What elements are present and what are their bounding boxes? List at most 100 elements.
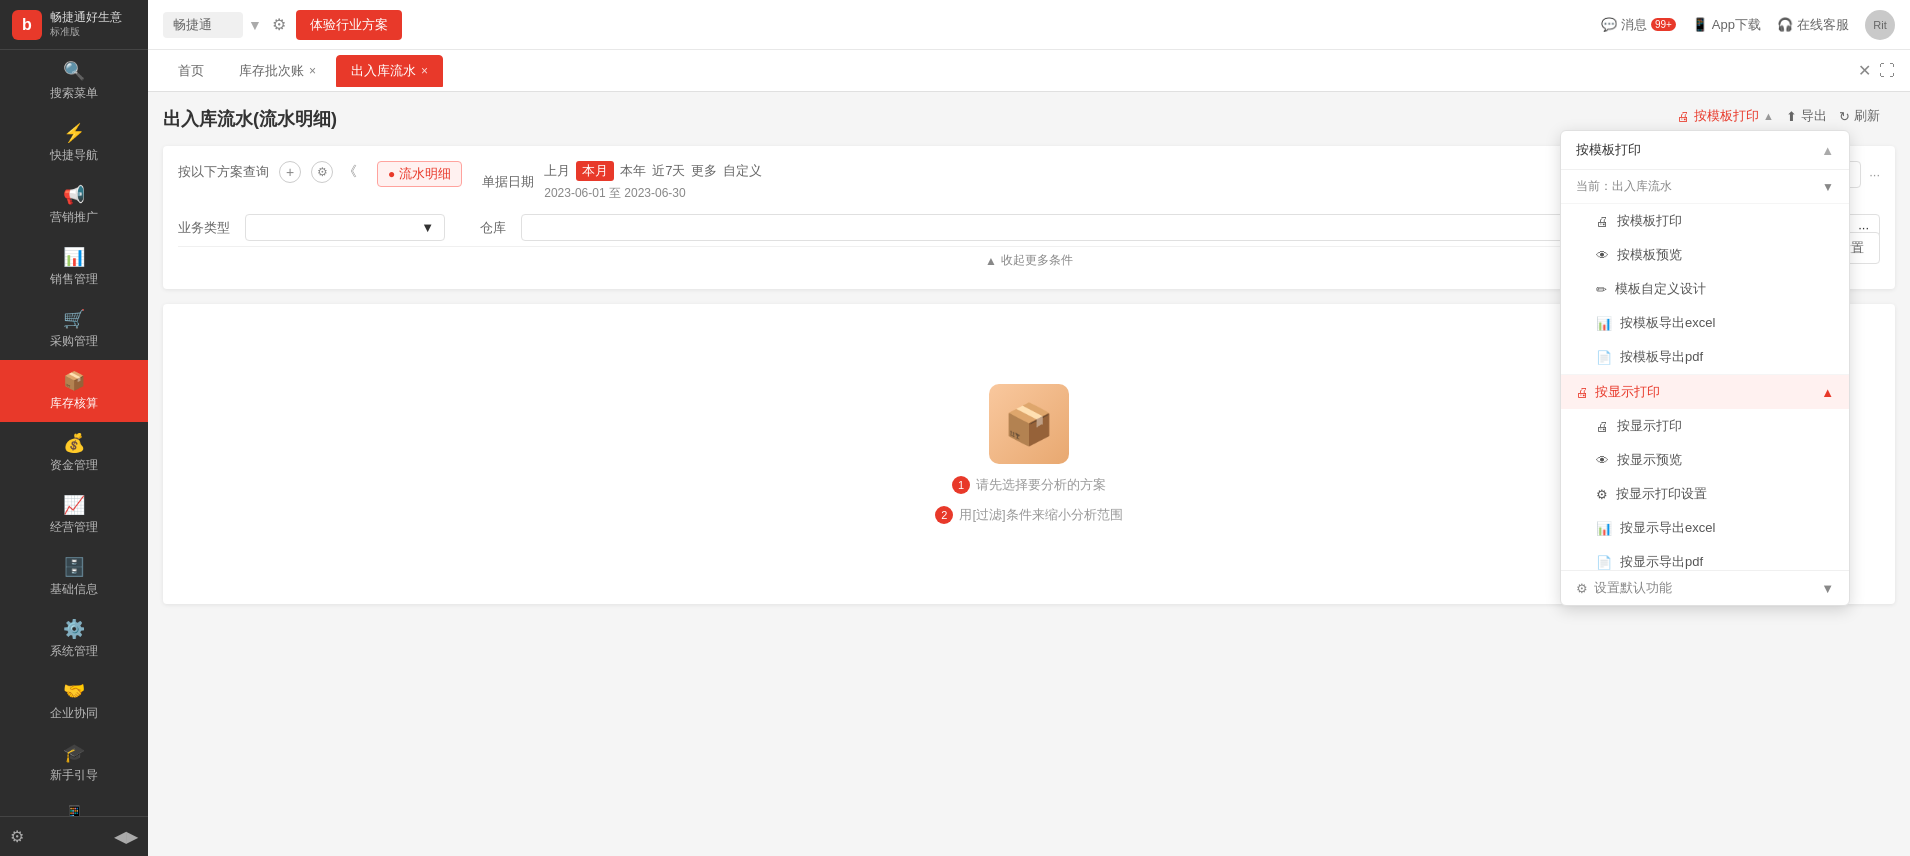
sidebar-item-icon-search: 🔍 xyxy=(63,60,85,82)
footer-settings-icon: ⚙ xyxy=(1576,581,1588,596)
sidebar-item-label-finance: 资金管理 xyxy=(50,457,98,474)
sidebar-item-icon-inventory: 📦 xyxy=(63,370,85,392)
tab-flow-label: 出入库流水 xyxy=(351,62,416,80)
sidebar-item-icon-base: 🗄️ xyxy=(63,556,85,578)
display-pdf-icon: 📄 xyxy=(1596,555,1612,570)
logo-title: 畅捷通好生意 xyxy=(50,10,122,26)
sidebar-item-base[interactable]: 🗄️基础信息 xyxy=(0,546,148,608)
current-label: 当前：出入库流水 xyxy=(1576,178,1672,195)
sidebar-item-label-inventory: 库存核算 xyxy=(50,395,98,412)
date-shortcut-thisyear[interactable]: 本年 xyxy=(620,162,646,180)
message-icon: 💬 xyxy=(1601,17,1617,32)
dropdown-item-template-design[interactable]: ✏ 模板自定义设计 xyxy=(1561,272,1849,306)
sidebar-item-label-guide: 新手引导 xyxy=(50,767,98,784)
filter-settings-btn[interactable]: ⚙ xyxy=(311,161,333,183)
business-type-select[interactable]: ▼ xyxy=(245,214,445,241)
refresh-btn[interactable]: ↻ 刷新 xyxy=(1839,107,1880,125)
sidebar-footer: ⚙ ◀▶ xyxy=(0,816,148,856)
export-btn[interactable]: ⬆ 导出 xyxy=(1786,107,1827,125)
sidebar-item-icon-finance: 💰 xyxy=(63,432,85,454)
dropdown-current: 当前：出入库流水 ▼ xyxy=(1561,170,1849,204)
online-service-label: 在线客服 xyxy=(1797,16,1849,34)
dropdown-footer[interactable]: ⚙ 设置默认功能 ▼ xyxy=(1561,570,1849,605)
dropdown-scrollable: 当前：出入库流水 ▼ 🖨 按模板打印 👁 按模板预览 ✏ 模板自定义设计 📊 按… xyxy=(1561,170,1849,570)
online-service-action[interactable]: 🎧 在线客服 xyxy=(1777,16,1849,34)
sidebar-item-label-marketing: 营销推广 xyxy=(50,209,98,226)
message-label: 消息 xyxy=(1621,16,1647,34)
sidebar-item-appcenter[interactable]: 📱应用中心 xyxy=(0,794,148,816)
display-print-section-title[interactable]: 🖨 按显示打印 ▲ xyxy=(1561,375,1849,409)
print-dropdown-panel: 按模板打印 ▲ 当前：出入库流水 ▼ 🖨 按模板打印 👁 按模板预览 ✏ 模板自… xyxy=(1560,130,1850,606)
collapse-sidebar-icon[interactable]: ◀▶ xyxy=(114,827,138,846)
filter-tag-icon: ● xyxy=(388,167,395,181)
dropdown-item-display-print[interactable]: 🖨 按显示打印 xyxy=(1561,409,1849,443)
industry-btn[interactable]: 体验行业方案 xyxy=(296,10,402,40)
sidebar-item-sales[interactable]: 📊销售管理 xyxy=(0,236,148,298)
bill-type-more-icon[interactable]: ··· xyxy=(1869,167,1880,182)
dropdown-item-template-print[interactable]: 🖨 按模板打印 xyxy=(1561,204,1849,238)
dropdown-item-display-preview[interactable]: 👁 按显示预览 xyxy=(1561,443,1849,477)
logo-icon: b xyxy=(12,10,42,40)
tab-batch[interactable]: 库存批次账 × xyxy=(224,55,331,87)
sidebar-item-label-system: 系统管理 xyxy=(50,643,98,660)
filter-active-tag[interactable]: ● 流水明细 xyxy=(377,161,462,187)
date-label: 单据日期 xyxy=(482,173,534,191)
filter-add-btn[interactable]: + xyxy=(279,161,301,183)
display-print-section: 🖨 按显示打印 ▲ 🖨 按显示打印 👁 按显示预览 ⚙ 按显示打印设置 📊 按显… xyxy=(1561,375,1849,570)
sidebar-item-guide[interactable]: 🎓新手引导 xyxy=(0,732,148,794)
settings-icon[interactable]: ⚙ xyxy=(10,827,24,846)
window-expand-icon[interactable]: ⛶ xyxy=(1879,62,1895,80)
dropdown-item-display-print-settings[interactable]: ⚙ 按显示打印设置 xyxy=(1561,477,1849,511)
sidebar-item-finance[interactable]: 💰 资金管理 xyxy=(0,422,148,484)
message-action[interactable]: 💬 消息 99+ xyxy=(1601,16,1676,34)
sidebar-item-icon-operations: 📈 xyxy=(63,494,85,516)
dropdown-item-template-export-excel[interactable]: 📊 按模板导出excel xyxy=(1561,306,1849,340)
sidebar-item-label-search: 搜索菜单 xyxy=(50,85,98,102)
tab-flow[interactable]: 出入库流水 × xyxy=(336,55,443,87)
filter-collapse-icon[interactable]: 《 xyxy=(343,163,357,181)
date-shortcut-7days[interactable]: 近7天 xyxy=(652,162,685,180)
filter-title: 按以下方案查询 xyxy=(178,163,269,181)
date-filter: 上月 本月 本年 近7天 更多 自定义 2023-06-01 至 2023-06… xyxy=(544,161,762,202)
export-label: 导出 xyxy=(1801,107,1827,125)
collapse-label: 收起更多条件 xyxy=(1001,252,1073,269)
dropdown-item-display-export-excel[interactable]: 📊 按显示导出excel xyxy=(1561,511,1849,545)
sidebar-item-inventory[interactable]: 📦 库存核算 xyxy=(0,360,148,422)
dropdown-item-template-preview[interactable]: 👁 按模板预览 xyxy=(1561,238,1849,272)
sidebar-item-icon-system: ⚙️ xyxy=(63,618,85,640)
current-chevron-icon: ▼ xyxy=(1822,180,1834,194)
print-icon: 🖨 xyxy=(1596,214,1609,229)
print-chevron-icon: ▲ xyxy=(1763,110,1774,122)
date-shortcut-lastmonth[interactable]: 上月 xyxy=(544,162,570,180)
sidebar-item-label-cooperation: 企业协同 xyxy=(50,705,98,722)
print-template-btn[interactable]: 🖨 按模板打印 ▲ xyxy=(1677,107,1774,125)
refresh-icon: ↻ xyxy=(1839,109,1850,124)
dropdown-title: 按模板打印 xyxy=(1576,141,1641,159)
date-shortcut-custom[interactable]: 自定义 xyxy=(723,162,762,180)
sidebar: b 畅捷通好生意 标准版 🔍 搜索菜单 ⚡快捷导航📢营销推广📊销售管理🛒采购管理 📦 库… xyxy=(0,0,148,856)
pdf-icon: 📄 xyxy=(1596,350,1612,365)
sidebar-item-icon-sales: 📊 xyxy=(63,246,85,268)
dropdown-item-display-export-pdf[interactable]: 📄 按显示导出pdf xyxy=(1561,545,1849,570)
date-shortcut-more[interactable]: 更多 xyxy=(691,162,717,180)
business-type-dropdown-icon: ▼ xyxy=(421,220,434,235)
sidebar-item-search[interactable]: 🔍 搜索菜单 xyxy=(0,50,148,112)
sidebar-item-quick-nav[interactable]: ⚡快捷导航 xyxy=(0,112,148,174)
sidebar-item-marketing[interactable]: 📢营销推广 xyxy=(0,174,148,236)
avatar[interactable]: Rit xyxy=(1865,10,1895,40)
dropdown-item-template-export-pdf[interactable]: 📄 按模板导出pdf xyxy=(1561,340,1849,374)
tab-home[interactable]: 首页 xyxy=(163,55,219,87)
sidebar-item-cooperation[interactable]: 🤝企业协同 xyxy=(0,670,148,732)
dropdown-up-icon[interactable]: ▲ xyxy=(1821,143,1834,158)
sidebar-item-purchase[interactable]: 🛒采购管理 xyxy=(0,298,148,360)
logo-sub: 标准版 xyxy=(50,25,122,39)
app-download-action[interactable]: 📱 App下载 xyxy=(1692,16,1761,34)
date-shortcut-thismonth[interactable]: 本月 xyxy=(576,161,614,181)
tab-batch-close[interactable]: × xyxy=(309,64,316,78)
window-close-icon[interactable]: ✕ xyxy=(1858,61,1871,80)
sidebar-item-system[interactable]: ⚙️ 系统管理 xyxy=(0,608,148,670)
sidebar-item-operations[interactable]: 📈经营管理 xyxy=(0,484,148,546)
tab-flow-close[interactable]: × xyxy=(421,64,428,78)
header-gear-icon[interactable]: ⚙ xyxy=(272,15,286,34)
display-preview-icon: 👁 xyxy=(1596,453,1609,468)
